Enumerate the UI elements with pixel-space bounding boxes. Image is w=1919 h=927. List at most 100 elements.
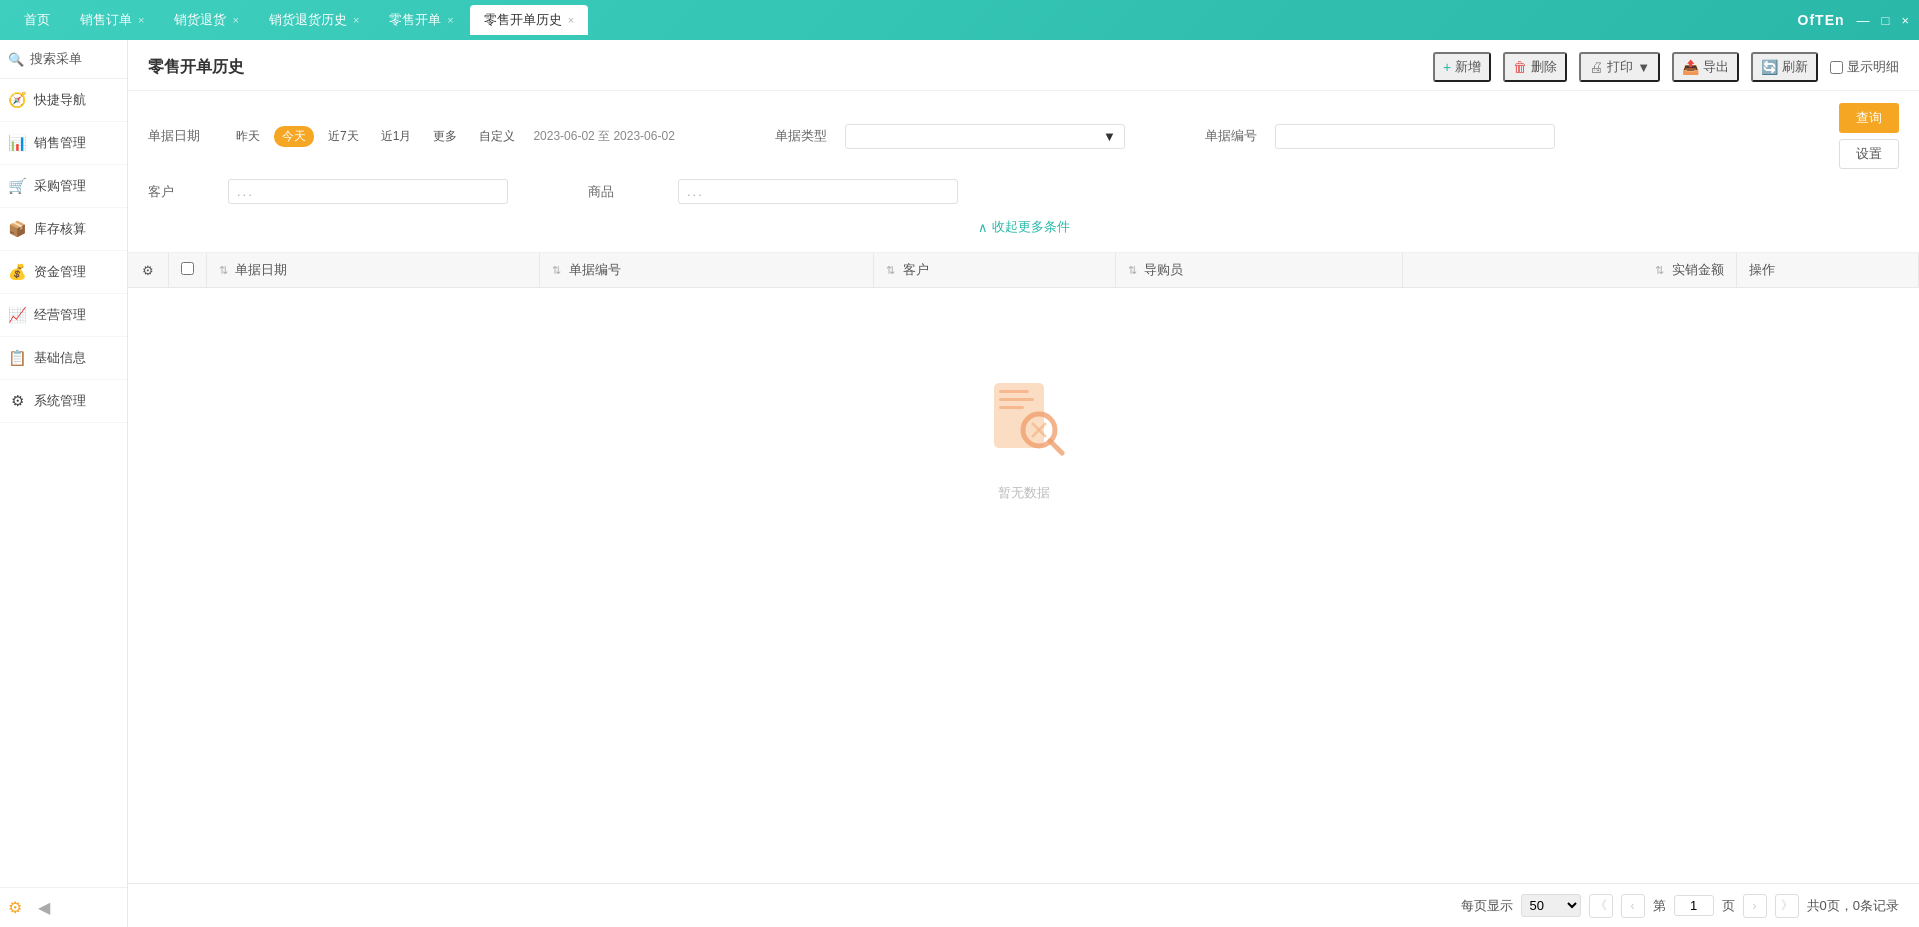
sidebar-item-purchase-mgmt[interactable]: 🛒 采购管理 [0,165,127,208]
tab-sales-order[interactable]: 销售订单 × [66,5,158,35]
date-option-7days[interactable]: 近7天 [320,126,367,147]
export-button[interactable]: 📤 导出 [1672,52,1739,82]
print-label: 打印 [1607,58,1633,76]
select-all-checkbox[interactable] [181,262,194,275]
finance-icon: 💰 [8,263,26,281]
th-action-label: 操作 [1749,262,1775,277]
tab-retail-open[interactable]: 零售开单 × [375,5,467,35]
sidebar-item-inventory[interactable]: 📦 库存核算 [0,208,127,251]
svg-line-5 [1050,441,1062,453]
sidebar-search[interactable]: 🔍 搜索采单 [0,40,127,79]
print-button[interactable]: 🖨 打印 ▼ [1579,52,1660,82]
number-filter-label: 单据编号 [1205,127,1265,145]
th-date[interactable]: ⇅ 单据日期 [206,253,540,288]
empty-icon [974,368,1074,468]
display-checkbox[interactable] [1830,61,1843,74]
top-bar: 零售开单历史 首页 销售订单 × 销货退货 × 销货退货历史 × 零售开单 × … [0,0,1919,40]
number-filter-input[interactable] [1275,124,1555,149]
tab-sales-return[interactable]: 销货退货 × [160,5,252,35]
sidebar-item-basic-info[interactable]: 📋 基础信息 [0,337,127,380]
print-icon: 🖨 [1589,59,1603,75]
next-page-btn[interactable]: › [1743,894,1767,918]
last-page-btn[interactable]: 》 [1775,894,1799,918]
add-button[interactable]: + 新增 [1433,52,1491,82]
sort-customer-icon: ⇅ [886,264,895,276]
prev-page-btn[interactable]: ‹ [1621,894,1645,918]
export-icon: 📤 [1682,59,1699,75]
toolbar: + 新增 🗑 删除 🖨 打印 ▼ 📤 导出 🔄 [1433,52,1899,82]
quick-nav-icon: 🧭 [8,91,26,109]
export-label: 导出 [1703,58,1729,76]
main-layout: 🔍 搜索采单 🧭 快捷导航 📊 销售管理 🛒 采购管理 📦 库存核算 💰 资金管… [0,40,1919,927]
collapse-more-btn[interactable]: ∧ 收起更多条件 [974,214,1074,240]
date-option-yesterday[interactable]: 昨天 [228,126,268,147]
sidebar-item-sales-mgmt[interactable]: 📊 销售管理 [0,122,127,165]
sidebar: 🔍 搜索采单 🧭 快捷导航 📊 销售管理 🛒 采购管理 📦 库存核算 💰 资金管… [0,40,128,927]
close-retail-open-history[interactable]: × [568,14,574,26]
empty-text: 暂无数据 [998,484,1050,502]
sidebar-collapse-btn[interactable]: ◀ [38,898,50,917]
th-guide-label: 导购员 [1144,262,1183,277]
goods-dots: ... [687,184,704,199]
minimize-btn[interactable]: — [1857,13,1870,28]
tab-home[interactable]: 零售开单历史 首页 [10,5,64,35]
close-sales-return-history[interactable]: × [353,14,359,26]
window-close-btn[interactable]: × [1901,13,1909,28]
th-number[interactable]: ⇅ 单据编号 [540,253,874,288]
display-toggle[interactable]: 显示明细 [1830,58,1899,76]
per-page-select[interactable]: 10 20 50 100 [1521,894,1581,917]
date-option-more[interactable]: 更多 [425,126,465,147]
system-icon: ⚙ [8,392,26,410]
sidebar-bottom: ⚙ ◀ [0,887,127,927]
sidebar-item-label: 销售管理 [34,134,86,152]
page-header: 零售开单历史 + 新增 🗑 删除 🖨 打印 ▼ 📤 导出 [128,40,1919,91]
th-amount[interactable]: ⇅ 实销金额 [1403,253,1737,288]
sidebar-item-finance[interactable]: 💰 资金管理 [0,251,127,294]
date-filter-label: 单据日期 [148,127,208,145]
page-title: 零售开单历史 [148,57,244,78]
close-sales-return[interactable]: × [232,14,238,26]
date-option-today[interactable]: 今天 [274,126,314,147]
window-controls: OfTEn — □ × [1798,12,1909,28]
sidebar-item-system[interactable]: ⚙ 系统管理 [0,380,127,423]
th-guide[interactable]: ⇅ 导购员 [1115,253,1403,288]
sidebar-item-operation[interactable]: 📈 经营管理 [0,294,127,337]
goods-select[interactable]: ... [678,179,958,204]
date-option-custom[interactable]: 自定义 [471,126,523,147]
refresh-icon: 🔄 [1761,59,1778,75]
first-page-btn[interactable]: 《 [1589,894,1613,918]
date-option-1month[interactable]: 近1月 [373,126,420,147]
close-sales-order[interactable]: × [138,14,144,26]
collapse-icon: ∧ [978,220,988,235]
table-header: ⚙ ⇅ 单据日期 ⇅ 单据编号 [128,253,1919,288]
sidebar-gear-btn[interactable]: ⚙ [8,898,22,917]
svg-rect-1 [999,390,1029,393]
inventory-icon: 📦 [8,220,26,238]
th-checkbox[interactable] [168,253,206,288]
data-table: ⚙ ⇅ 单据日期 ⇅ 单据编号 [128,253,1919,288]
customer-select[interactable]: ... [228,179,508,204]
svg-rect-2 [999,398,1034,401]
maximize-btn[interactable]: □ [1882,13,1890,28]
tab-sales-return-history[interactable]: 销货退货历史 × [255,5,373,35]
tab-retail-open-history[interactable]: 零售开单历史 × [470,5,588,35]
delete-button[interactable]: 🗑 删除 [1503,52,1567,82]
th-customer[interactable]: ⇅ 客户 [874,253,1115,288]
page-number-input[interactable] [1674,895,1714,916]
date-range-display: 2023-06-02 至 2023-06-02 [533,128,674,145]
type-filter-label: 单据类型 [775,127,835,145]
page-prefix-label: 第 [1653,897,1666,915]
table-area: ⚙ ⇅ 单据日期 ⇅ 单据编号 [128,253,1919,883]
filter-area: 单据日期 昨天 今天 近7天 近1月 更多 自定义 2023-06-02 至 2… [128,91,1919,253]
refresh-button[interactable]: 🔄 刷新 [1751,52,1818,82]
query-button[interactable]: 查询 [1839,103,1899,133]
sidebar-item-quick-nav[interactable]: 🧭 快捷导航 [0,79,127,122]
sidebar-item-label: 经营管理 [34,306,86,324]
type-select[interactable]: ▼ [845,124,1125,149]
setting-button[interactable]: 设置 [1839,139,1899,169]
sidebar-item-label: 基础信息 [34,349,86,367]
filter-row-1: 单据日期 昨天 今天 近7天 近1月 更多 自定义 2023-06-02 至 2… [148,103,1899,169]
close-retail-open[interactable]: × [447,14,453,26]
operation-icon: 📈 [8,306,26,324]
th-settings[interactable]: ⚙ [128,253,168,288]
